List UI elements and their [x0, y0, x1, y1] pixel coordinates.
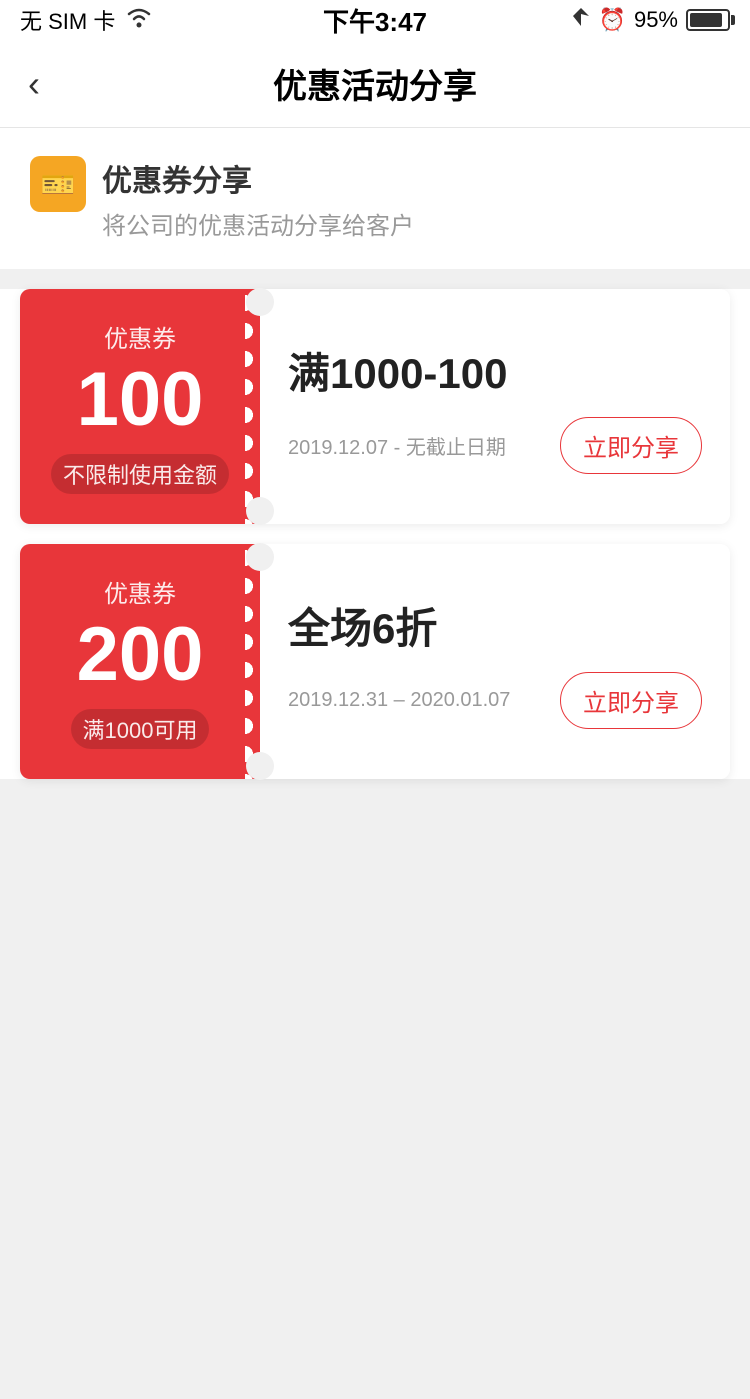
coupon-card-1: 优惠券 100 不限制使用金额 满1000-100 2019.12.07 - 无… [20, 289, 730, 524]
nav-bar: ‹ 优惠活动分享 [0, 40, 750, 128]
coupon-condition-1: 不限制使用金额 [51, 454, 229, 494]
back-button[interactable]: ‹ [28, 66, 40, 102]
coupon-amount-2: 200 [77, 617, 204, 693]
coupon-notch-top-2 [246, 543, 274, 571]
coupon-amount-1: 100 [77, 362, 204, 438]
coupon-label-2: 优惠券 [104, 574, 176, 609]
share-button-1[interactable]: 立即分享 [560, 417, 702, 474]
battery-percent: 95% [634, 7, 678, 33]
coupon-meta-2: 2019.12.31 – 2020.01.07 立即分享 [288, 672, 702, 729]
status-bar: 无 SIM 卡 下午3:47 ⏰ 95% [0, 0, 750, 40]
coupon-left-2: 优惠券 200 满1000可用 [20, 544, 260, 779]
coupon-notch-bottom-2 [246, 752, 274, 780]
coupon-left-1: 优惠券 100 不限制使用金额 [20, 289, 260, 524]
coupon-meta-1: 2019.12.07 - 无截止日期 立即分享 [288, 417, 702, 474]
gray-area [0, 799, 750, 1399]
coupon-condition-2: 满1000可用 [71, 709, 210, 749]
carrier-text: 无 SIM 卡 [20, 4, 115, 36]
coupon-date-1: 2019.12.07 - 无截止日期 [288, 431, 550, 460]
coupon-card-2: 优惠券 200 满1000可用 全场6折 2019.12.31 – 2020.0… [20, 544, 730, 779]
coupon-notch-top-1 [246, 288, 274, 316]
coupon-notch-bottom-1 [246, 497, 274, 525]
share-button-2[interactable]: 立即分享 [560, 672, 702, 729]
coupon-list: 优惠券 100 不限制使用金额 满1000-100 2019.12.07 - 无… [0, 289, 750, 779]
location-icon [571, 6, 591, 34]
coupon-right-2: 全场6折 2019.12.31 – 2020.01.07 立即分享 [260, 544, 730, 779]
coupon-name-2: 全场6折 [288, 595, 702, 656]
section-header: 🎫 优惠券分享 将公司的优惠活动分享给客户 [0, 128, 750, 269]
wifi-icon [125, 6, 153, 34]
status-left: 无 SIM 卡 [20, 4, 153, 36]
section-title: 优惠券分享 [102, 156, 414, 200]
coupon-right-1: 满1000-100 2019.12.07 - 无截止日期 立即分享 [260, 289, 730, 524]
nav-title: 优惠活动分享 [273, 59, 477, 108]
section-subtitle: 将公司的优惠活动分享给客户 [102, 206, 414, 241]
alarm-icon: ⏰ [599, 7, 626, 33]
status-right: ⏰ 95% [571, 6, 730, 34]
status-time: 下午3:47 [323, 2, 427, 39]
battery-icon [686, 9, 730, 31]
coupon-name-1: 满1000-100 [288, 340, 702, 401]
coupon-label-1: 优惠券 [104, 319, 176, 354]
section-text: 优惠券分享 将公司的优惠活动分享给客户 [102, 156, 414, 241]
battery-fill [690, 13, 722, 27]
coupon-share-icon: 🎫 [30, 156, 86, 212]
coupon-date-2: 2019.12.31 – 2020.01.07 [288, 689, 550, 712]
